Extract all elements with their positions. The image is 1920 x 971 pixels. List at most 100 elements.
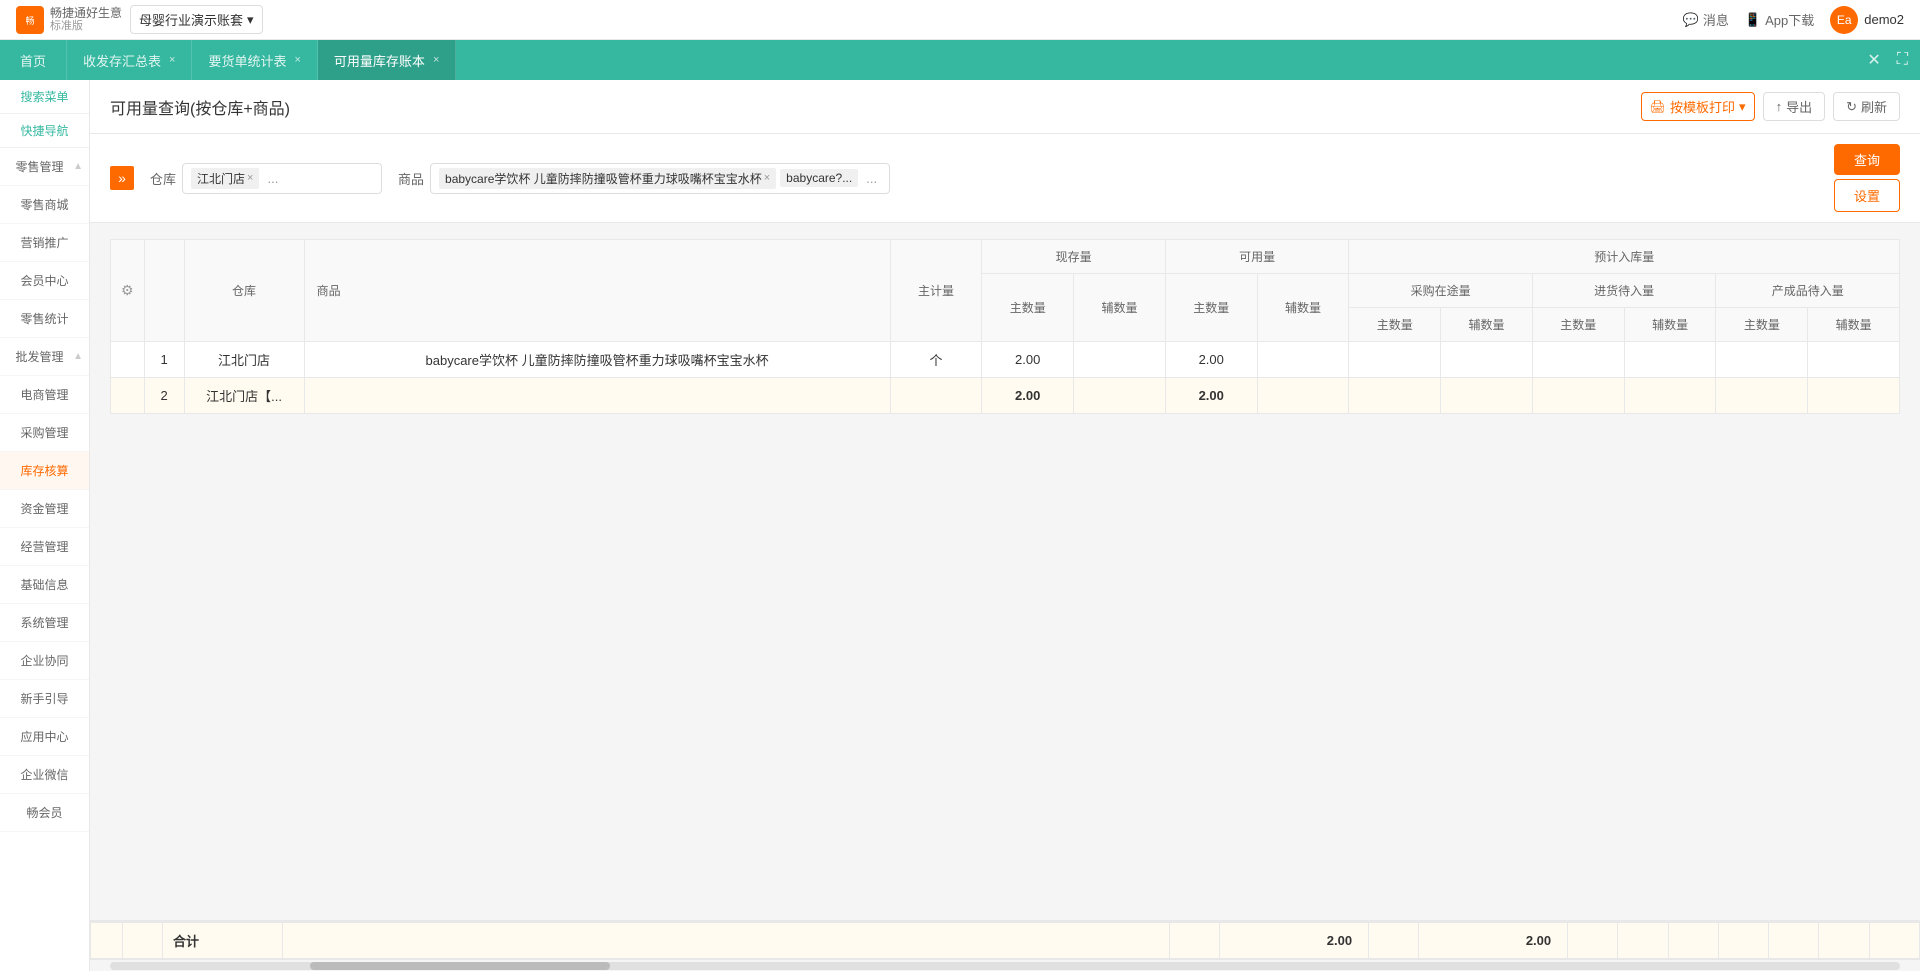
settings-button[interactable]: 设置 xyxy=(1834,179,1900,212)
main-layout: 搜索菜单 快捷导航 零售管理 ▲ 零售商城 营销推广 会员中心 零售统计 批发管… xyxy=(0,80,1920,971)
sidebar-label-member: 会员中心 xyxy=(6,272,83,289)
sidebar-label-marketing: 营销推广 xyxy=(6,234,83,251)
message-icon: 💬 xyxy=(1683,12,1699,28)
footer-col1 xyxy=(91,923,123,959)
sidebar-label-inventory: 库存核算 xyxy=(6,462,83,479)
sidebar-label-app-center: 应用中心 xyxy=(6,728,83,745)
warehouse-tag: 江北门店 × xyxy=(191,168,259,189)
row1-available-sub xyxy=(1257,342,1349,378)
sidebar-label-guide: 新手引导 xyxy=(6,690,83,707)
query-button[interactable]: 查询 xyxy=(1834,144,1900,175)
export-button[interactable]: ↑ 导出 xyxy=(1763,92,1826,121)
row1-purchase-main xyxy=(1349,342,1441,378)
refresh-button[interactable]: ↻ 刷新 xyxy=(1833,92,1900,121)
industry-selector[interactable]: 母婴行业演示账套 ▾ xyxy=(130,5,263,34)
refresh-icon: ↻ xyxy=(1846,99,1857,115)
warehouse-tag-remove[interactable]: × xyxy=(247,172,253,184)
sidebar-item-finance[interactable]: 资金管理 xyxy=(0,490,89,528)
scrollbar-track xyxy=(110,962,1900,970)
sidebar-item-retail-mgmt[interactable]: 零售管理 ▲ xyxy=(0,148,89,186)
col-product-header: 商品 xyxy=(304,240,890,342)
sidebar-item-wholesale[interactable]: 批发管理 ▲ xyxy=(0,338,89,376)
nav-tabs: 首页 收发存汇总表 × 要货单统计表 × 可用量库存账本 × ✕ ⛶ xyxy=(0,40,1920,80)
app-download-button[interactable]: 📱 App下载 xyxy=(1745,10,1814,29)
footer-purchase-sub xyxy=(1668,923,1718,959)
filter-actions: 查询 设置 xyxy=(1834,144,1900,212)
warehouse-tag-text: 江北门店 xyxy=(197,170,245,187)
sidebar-item-guide[interactable]: 新手引导 xyxy=(0,680,89,718)
tab-available-stock-close[interactable]: × xyxy=(433,54,439,66)
header-left: 畅 畅捷通好生意 标准版 母婴行业演示账套 ▾ xyxy=(16,5,263,34)
sidebar-item-ecommerce[interactable]: 电商管理 xyxy=(0,376,89,414)
tab-home-label: 首页 xyxy=(20,51,46,70)
sidebar-label-operations: 经营管理 xyxy=(6,538,83,555)
warehouse-filter-label: 仓库 xyxy=(150,169,176,188)
horizontal-scrollbar[interactable] xyxy=(90,959,1920,971)
tab-available-stock[interactable]: 可用量库存账本 × xyxy=(318,40,456,80)
sidebar-item-inventory[interactable]: 库存核算 xyxy=(0,452,89,490)
col-production-group: 产成品待入量 xyxy=(1716,274,1900,308)
tab-order-stats[interactable]: 要货单统计表 × xyxy=(192,40,317,80)
print-button[interactable]: 🖨 按模板打印 ▾ xyxy=(1641,92,1755,121)
sidebar-item-enterprise[interactable]: 企业协同 xyxy=(0,642,89,680)
sidebar-item-operations[interactable]: 经营管理 xyxy=(0,528,89,566)
footer-production-main xyxy=(1819,923,1869,959)
warehouse-more-dots[interactable]: ... xyxy=(263,171,282,186)
sidebar-item-retail-mall[interactable]: 零售商城 xyxy=(0,186,89,224)
user-area[interactable]: Ea demo2 xyxy=(1830,6,1904,34)
tab-receivable-label: 收发存汇总表 xyxy=(83,51,161,70)
footer-unit xyxy=(1170,923,1220,959)
nav-close-icon[interactable]: ✕ xyxy=(1863,46,1884,74)
product-more-dots[interactable]: ... xyxy=(862,171,881,186)
table-row: 2 江北门店【... 2.00 2.00 xyxy=(111,378,1900,414)
product-tag-1: babycare学饮杯 儿童防摔防撞吸管杯重力球吸嘴杯宝宝水杯 × xyxy=(439,168,776,189)
mobile-icon: 📱 xyxy=(1745,12,1761,28)
sidebar-item-marketing[interactable]: 营销推广 xyxy=(0,224,89,262)
sidebar-item-purchase[interactable]: 采购管理 xyxy=(0,414,89,452)
sidebar-label-vip: 畅会员 xyxy=(6,804,83,821)
sidebar-label-purchase: 采购管理 xyxy=(6,424,83,441)
sidebar-item-member[interactable]: 会员中心 xyxy=(0,262,89,300)
col-purchase-group: 采购在途量 xyxy=(1349,274,1533,308)
sidebar-item-basic-info[interactable]: 基础信息 xyxy=(0,566,89,604)
sidebar-label-enterprise: 企业协同 xyxy=(6,652,83,669)
warehouse-tag-container[interactable]: 江北门店 × ... xyxy=(182,163,382,194)
nav-expand-icon[interactable]: ⛶ xyxy=(1893,47,1912,73)
sidebar-search-label: 搜索菜单 xyxy=(20,90,68,104)
sidebar-label-ecommerce: 电商管理 xyxy=(6,386,83,403)
row1-incoming-main xyxy=(1532,342,1624,378)
row1-current-sub xyxy=(1074,342,1166,378)
sidebar-item-wechat[interactable]: 企业微信 xyxy=(0,756,89,794)
message-button[interactable]: 💬 消息 xyxy=(1683,10,1729,29)
tab-receivable[interactable]: 收发存汇总表 × xyxy=(67,40,192,80)
row2-product xyxy=(304,378,890,414)
page-title: 可用量查询(按仓库+商品) xyxy=(110,95,290,119)
row2-production-sub xyxy=(1808,378,1900,414)
col-current-sub-header: 辅数量 xyxy=(1074,274,1166,342)
footer-col2 xyxy=(123,923,163,959)
table-container: ⚙ 仓库 商品 主计量 现存量 可用量 预计入库量 主数量 辅数量 主数量 xyxy=(90,223,1920,920)
sidebar-label-system: 系统管理 xyxy=(6,614,83,631)
sidebar-search[interactable]: 搜索菜单 xyxy=(0,80,89,114)
product-tag-container[interactable]: babycare学饮杯 儿童防摔防撞吸管杯重力球吸嘴杯宝宝水杯 × babyca… xyxy=(430,163,890,194)
sidebar-quick-nav[interactable]: 快捷导航 xyxy=(0,114,89,148)
footer-label: 合计 xyxy=(163,923,283,959)
sidebar-label-retail-mgmt: 零售管理 xyxy=(6,158,73,175)
print-chevron: ▾ xyxy=(1739,99,1746,115)
sidebar-item-vip[interactable]: 畅会员 xyxy=(0,794,89,832)
tab-receivable-close[interactable]: × xyxy=(169,54,175,66)
logo-text: 畅捷通好生意 标准版 xyxy=(50,6,122,34)
sidebar-item-retail-stats[interactable]: 零售统计 xyxy=(0,300,89,338)
tab-order-stats-close[interactable]: × xyxy=(294,54,300,66)
scrollbar-thumb[interactable] xyxy=(310,962,610,970)
header-right: 💬 消息 📱 App下载 Ea demo2 xyxy=(1683,6,1904,34)
tab-home[interactable]: 首页 xyxy=(0,40,67,80)
row1-product: babycare学饮杯 儿童防摔防撞吸管杯重力球吸嘴杯宝宝水杯 xyxy=(304,342,890,378)
sidebar-item-app-center[interactable]: 应用中心 xyxy=(0,718,89,756)
print-label: 按模板打印 xyxy=(1670,97,1735,116)
settings-gear-icon[interactable]: ⚙ xyxy=(121,282,134,298)
sidebar-label-wechat: 企业微信 xyxy=(6,766,83,783)
product-tag1-remove[interactable]: × xyxy=(764,172,770,184)
filter-toggle-button[interactable]: » xyxy=(110,166,134,190)
sidebar-item-system[interactable]: 系统管理 xyxy=(0,604,89,642)
